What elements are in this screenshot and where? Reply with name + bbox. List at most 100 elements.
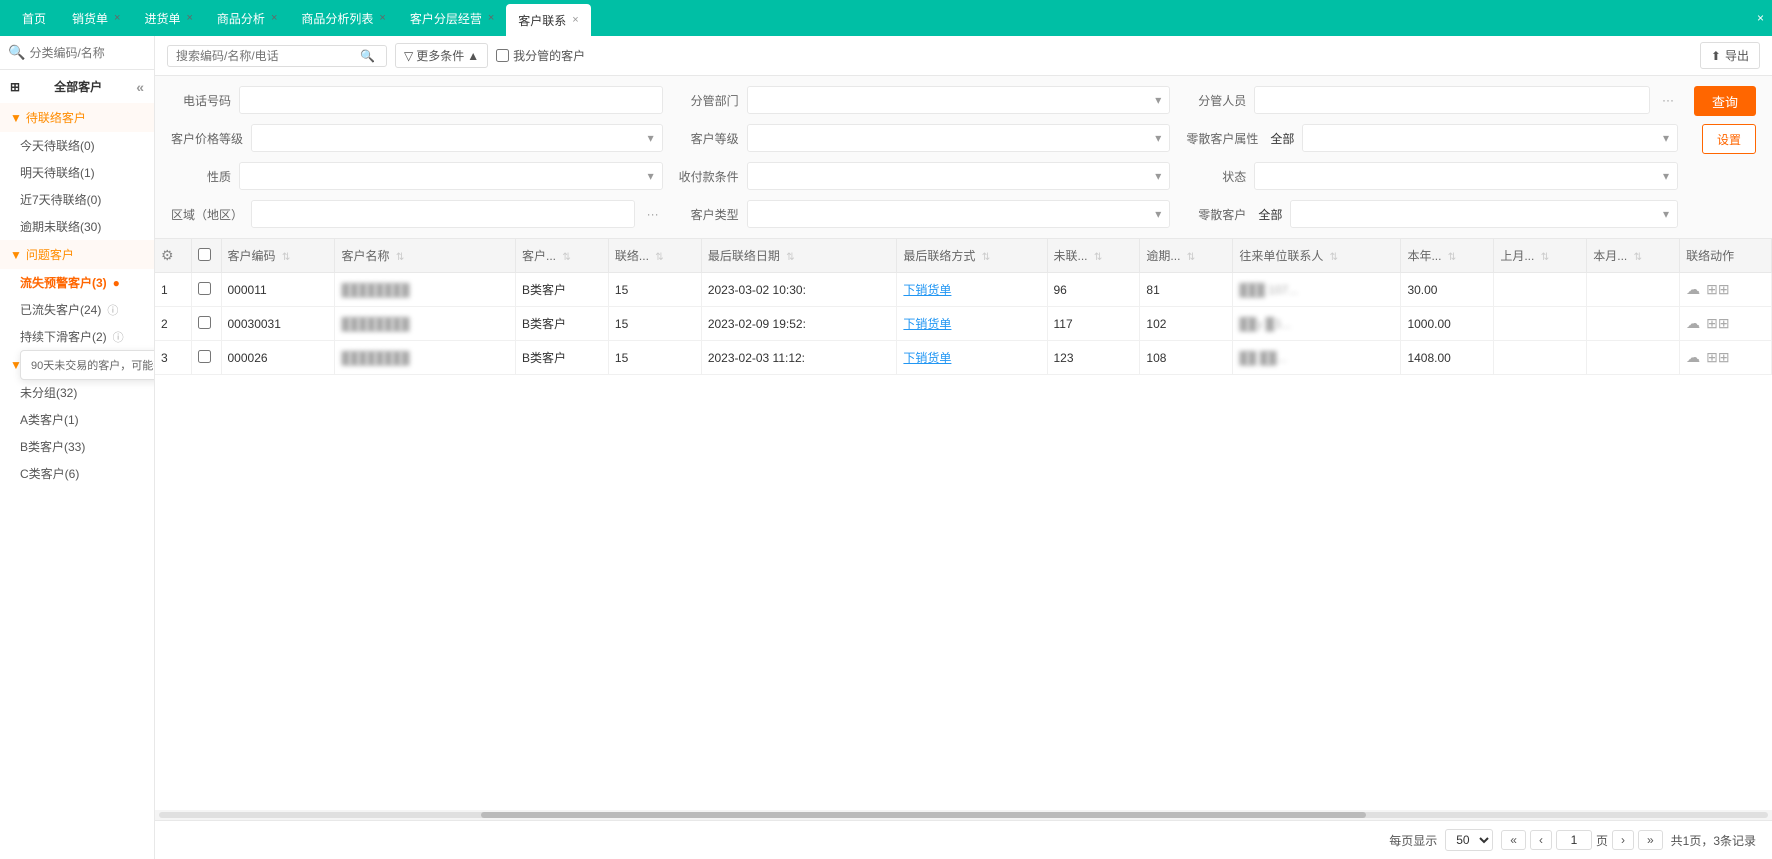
export-button[interactable]: ⬆ 导出 <box>1700 42 1760 69</box>
sidebar-item-class-a[interactable]: A类客户(1) <box>0 406 154 433</box>
filter-customer-type-select[interactable]: ▾ <box>747 200 1171 228</box>
toolbar-search-container[interactable]: 🔍 <box>167 45 387 67</box>
row1-checkbox[interactable] <box>198 282 211 295</box>
col-last-month-sort[interactable]: ⇅ <box>1541 252 1549 263</box>
table-settings-gear-icon[interactable]: ⚙ <box>161 247 174 263</box>
col-this-month-sort[interactable]: ⇅ <box>1634 252 1642 263</box>
col-company-contact-label: 往来单位联系人 <box>1239 249 1323 263</box>
scrollbar-thumb[interactable] <box>481 812 1366 818</box>
table-header-checkbox[interactable] <box>198 248 211 261</box>
sidebar-item-today[interactable]: 今天待联络(0) <box>0 132 154 159</box>
nav-purchase-close[interactable]: × <box>186 12 192 24</box>
row2-code: 00030031 <box>221 307 335 341</box>
page-number-input[interactable] <box>1556 830 1592 850</box>
row2-last-method[interactable]: 下销货单 <box>897 307 1047 341</box>
sidebar-item-tomorrow[interactable]: 明天待联络(1) <box>0 159 154 186</box>
filter-retail-attr-select[interactable]: ▾ <box>1302 124 1678 152</box>
sidebar-search-icon[interactable]: 🔍 <box>8 44 25 61</box>
sidebar-item-ungrouped[interactable]: 未分组(32) <box>0 379 154 406</box>
filter-manager-dots[interactable]: ··· <box>1658 93 1678 107</box>
filter-phone-input[interactable] <box>239 86 663 114</box>
row1-type: B类客户 <box>516 273 609 307</box>
nav-product-analysis-close[interactable]: × <box>271 12 277 24</box>
row3-more-action[interactable]: ⊞⊞ <box>1706 349 1729 366</box>
sidebar-all-customers[interactable]: ⊞ 全部客户 « <box>0 70 154 103</box>
sidebar-item-churn-warning[interactable]: 流失预警客户(3) ● <box>0 269 154 296</box>
nav-customer-layer-close[interactable]: × <box>488 12 494 24</box>
nav-product-analysis-list[interactable]: 商品分析列表 × <box>289 0 397 36</box>
filter-region-dots[interactable]: ··· <box>643 207 663 221</box>
filter-status-label: 状态 <box>1186 168 1246 185</box>
col-last-method-sort[interactable]: ⇅ <box>982 252 990 263</box>
col-type-sort[interactable]: ⇅ <box>562 252 570 263</box>
row2-contact-action[interactable]: ☁ <box>1686 315 1700 332</box>
horizontal-scrollbar[interactable] <box>155 810 1772 820</box>
row3-contact-action[interactable]: ☁ <box>1686 349 1700 366</box>
sidebar-item-7days[interactable]: 近7天待联络(0) <box>0 186 154 213</box>
col-last-date-sort[interactable]: ⇅ <box>786 252 794 263</box>
filter-price-level-select[interactable]: ▾ <box>251 124 663 152</box>
page-next-button[interactable]: › <box>1612 830 1634 850</box>
sidebar-group-title-problem[interactable]: ▼ 问题客户 <box>0 240 154 269</box>
sidebar-item-declining[interactable]: 持续下滑客户(2) ⓘ <box>0 323 154 350</box>
page-first-button[interactable]: « <box>1501 830 1526 850</box>
sidebar-item-overdue[interactable]: 逾期未联络(30) <box>0 213 154 240</box>
filter-nature-label: 性质 <box>171 168 231 185</box>
filter-retail-attr-label: 零散客户属性 <box>1186 130 1258 147</box>
row1-more-action[interactable]: ⊞⊞ <box>1706 281 1729 298</box>
nav-customer-contact-close[interactable]: × <box>572 14 578 26</box>
filter-customer-level-select[interactable]: ▾ <box>747 124 1171 152</box>
row1-last-method[interactable]: 下销货单 <box>897 273 1047 307</box>
sidebar-item-churned[interactable]: 已流失客户(24) ⓘ <box>0 296 154 323</box>
query-button[interactable]: 查询 <box>1694 86 1756 116</box>
row3-last-method[interactable]: 下销货单 <box>897 341 1047 375</box>
col-overdue-sort[interactable]: ⇅ <box>1187 252 1195 263</box>
filter-payment-select[interactable]: ▾ <box>747 162 1171 190</box>
per-page-select[interactable]: 50 <box>1445 829 1493 851</box>
sidebar-search-input[interactable] <box>29 46 155 60</box>
toolbar-search-icon[interactable]: 🔍 <box>360 49 375 63</box>
nav-purchase[interactable]: 进货单 × <box>132 0 204 36</box>
customer-table: ⚙ 客户编码 ⇅ 客户名称 ⇅ <box>155 239 1772 375</box>
col-name-sort[interactable]: ⇅ <box>396 252 404 263</box>
nav-home[interactable]: 首页 <box>8 0 60 36</box>
row3-checkbox[interactable] <box>198 350 211 363</box>
my-customers-filter[interactable]: 我分管的客户 <box>496 47 585 64</box>
nav-sales[interactable]: 销货单 × <box>60 0 132 36</box>
filter-region-input[interactable] <box>251 200 635 228</box>
toolbar-search-input[interactable] <box>176 49 356 63</box>
sidebar-item-class-c[interactable]: C类客户(6) <box>0 460 154 487</box>
filter-status-select[interactable]: ▾ <box>1254 162 1678 190</box>
sidebar-collapse-btn[interactable]: « <box>136 79 144 95</box>
col-this-year-sort[interactable]: ⇅ <box>1448 252 1456 263</box>
page-prev-button[interactable]: ‹ <box>1530 830 1552 850</box>
col-code-sort[interactable]: ⇅ <box>282 252 290 263</box>
per-page-label: 每页显示 <box>1389 832 1437 849</box>
churned-label: 已流失客户(24) <box>20 301 101 318</box>
row2-checkbox[interactable] <box>198 316 211 329</box>
col-no-contact-sort[interactable]: ⇅ <box>1094 252 1102 263</box>
filter-retail-customer-select[interactable]: ▾ <box>1290 200 1678 228</box>
more-conditions-button[interactable]: ▽ 更多条件 ▲ <box>395 43 488 68</box>
row2-company-contact: ██y █3... <box>1233 307 1401 341</box>
col-company-contact-sort[interactable]: ⇅ <box>1330 252 1338 263</box>
nav-sales-close[interactable]: × <box>114 12 120 24</box>
filter-dept-select[interactable]: ▾ <box>747 86 1171 114</box>
row2-more-action[interactable]: ⊞⊞ <box>1706 315 1729 332</box>
page-last-button[interactable]: » <box>1638 830 1663 850</box>
nav-product-analysis[interactable]: 商品分析 × <box>205 0 289 36</box>
sidebar-group-title-pending[interactable]: ▼ 待联络客户 <box>0 103 154 132</box>
sidebar-item-class-b[interactable]: B类客户(33) <box>0 433 154 460</box>
window-close-button[interactable]: × <box>1757 9 1764 27</box>
table-row: 3 000026 ████████ B类客户 15 2023-02-03 11:… <box>155 341 1772 375</box>
nav-customer-contact[interactable]: 客户联系 × <box>506 4 590 36</box>
filter-manager-select[interactable] <box>1254 86 1650 114</box>
nav-customer-layer[interactable]: 客户分层经营 × <box>398 0 506 36</box>
filter-nature-select[interactable]: ▾ <box>239 162 663 190</box>
row2-contact: 15 <box>608 307 701 341</box>
my-customers-checkbox[interactable] <box>496 49 509 62</box>
col-contact-sort[interactable]: ⇅ <box>655 252 663 263</box>
nav-product-analysis-list-close[interactable]: × <box>379 12 385 24</box>
row1-contact-action[interactable]: ☁ <box>1686 281 1700 298</box>
filter-settings-button[interactable]: 设置 <box>1702 124 1756 154</box>
